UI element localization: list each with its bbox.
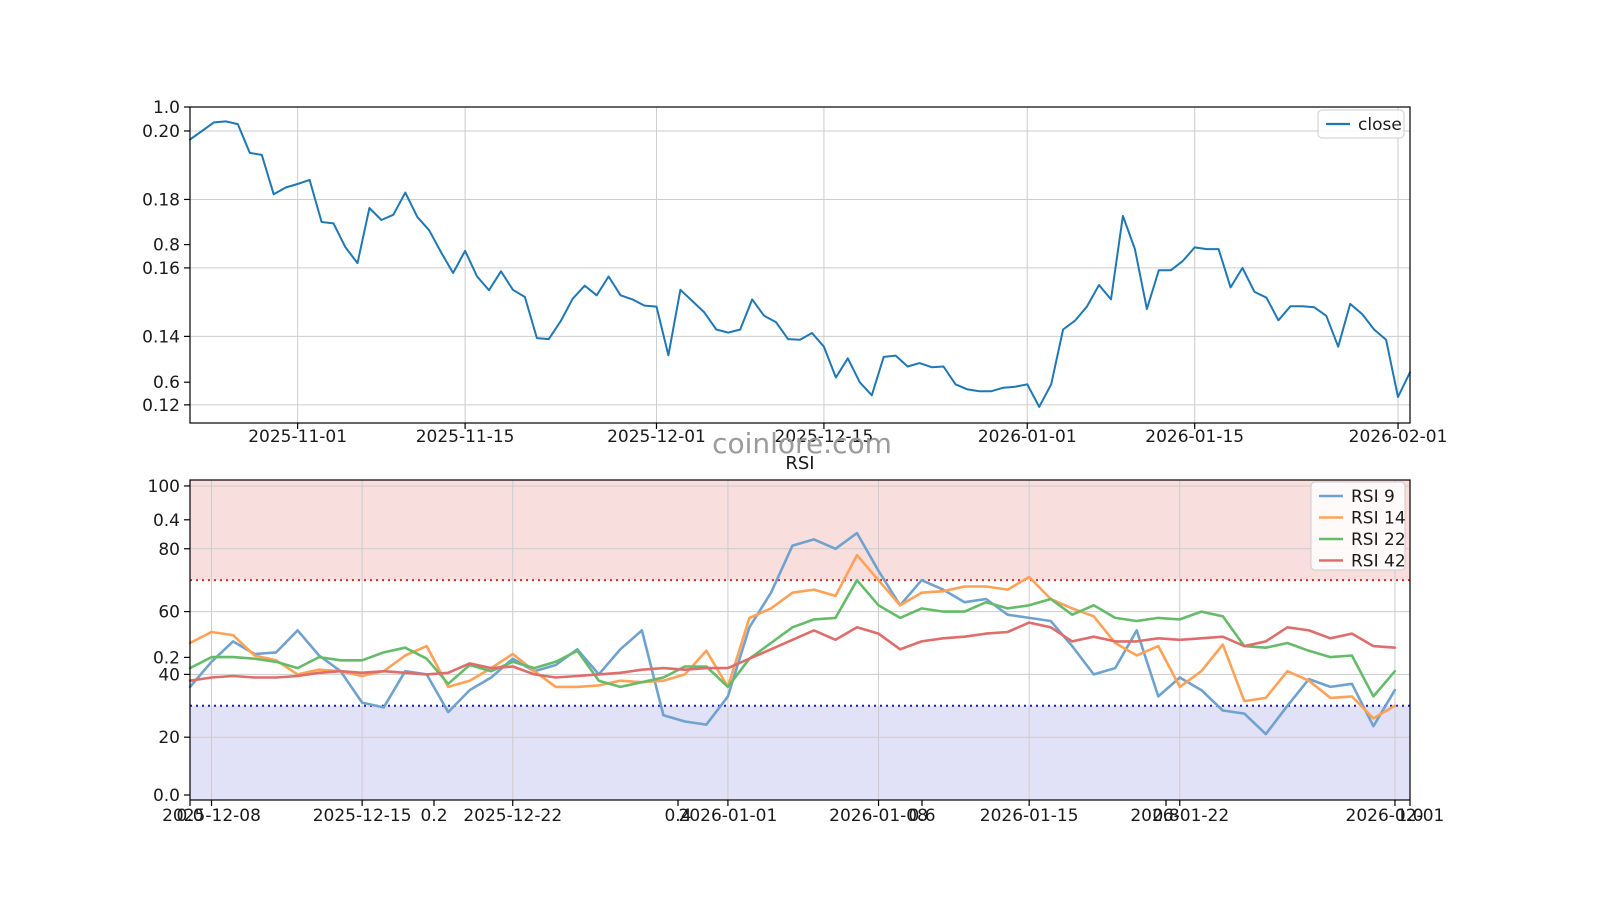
rsi-title: RSI — [785, 453, 814, 474]
overlay-y-tick-label: 0.0 — [153, 786, 180, 806]
overlay-x-tick-label: 0.8 — [1152, 806, 1179, 826]
y-tick-label: 0.12 — [142, 396, 180, 416]
legend-label-rsi-22: RSI 22 — [1351, 530, 1406, 550]
y-tick-label: 0.20 — [142, 122, 180, 142]
y-tick-label: 0.18 — [142, 190, 180, 210]
x-tick-label: 2025-12-22 — [463, 806, 562, 826]
x-tick-label: 2026-01-15 — [1145, 427, 1244, 447]
overlay-y-tick-label: 1.0 — [153, 98, 180, 118]
y-tick-label: 80 — [158, 540, 180, 560]
x-tick-label: 2026-02-01 — [1346, 806, 1445, 826]
x-tick-label: 2026-01-01 — [978, 427, 1077, 447]
overlay-x-tick-label: 0.0 — [176, 806, 203, 826]
x-tick-label: 2026-01-15 — [980, 806, 1079, 826]
legend-label-close: close — [1358, 115, 1402, 135]
overlay-x-tick-label: 0.4 — [664, 806, 691, 826]
legend-label-rsi-42: RSI 42 — [1351, 552, 1406, 572]
x-tick-label: 2025-12-01 — [607, 427, 706, 447]
y-tick-label: 100 — [148, 477, 180, 497]
chart-figure: 2025-11-01 2025-11-15 2025-12-01 2025-12-15… — [0, 0, 1600, 900]
overbought-band — [190, 480, 1410, 581]
x-tick-label: 2026-02-01 — [1349, 427, 1448, 447]
x-tick-label: 2026-01-22 — [1130, 806, 1229, 826]
figure-svg: 2025-11-01 2025-11-15 2025-12-01 2025-12-15… — [0, 0, 1600, 900]
x-tick-label: 2025-11-15 — [416, 427, 515, 447]
overlay-x-tick-label: 1.0 — [1396, 806, 1423, 826]
overlay-y-tick-label: 0.4 — [153, 511, 180, 531]
oversold-band — [190, 705, 1410, 800]
legend-label-rsi-9: RSI 9 — [1351, 487, 1395, 507]
y-tick-label: 60 — [158, 603, 180, 623]
legend: RSI 9 RSI 14 RSI 22 RSI 42 — [1310, 481, 1406, 572]
legend: close — [1317, 109, 1405, 139]
overlay-y-tick-label: 0.8 — [153, 236, 180, 256]
overlay-y-tick-label: 0.2 — [153, 648, 180, 668]
overlay-y-tick-label: 0.6 — [153, 373, 180, 393]
y-tick-label: 0.14 — [142, 327, 180, 347]
y-tick-label: 0.16 — [142, 259, 180, 279]
y-tick-label: 20 — [158, 728, 180, 748]
x-tick-label: 2025-12-15 — [313, 806, 412, 826]
overlay-x-tick-label: 0.2 — [420, 806, 447, 826]
x-tick-label: 2026-01-01 — [679, 806, 778, 826]
overlay-x-tick-label: 0.6 — [908, 806, 935, 826]
legend-label-rsi-14: RSI 14 — [1351, 509, 1406, 529]
x-tick-label: 2025-11-01 — [248, 427, 347, 447]
